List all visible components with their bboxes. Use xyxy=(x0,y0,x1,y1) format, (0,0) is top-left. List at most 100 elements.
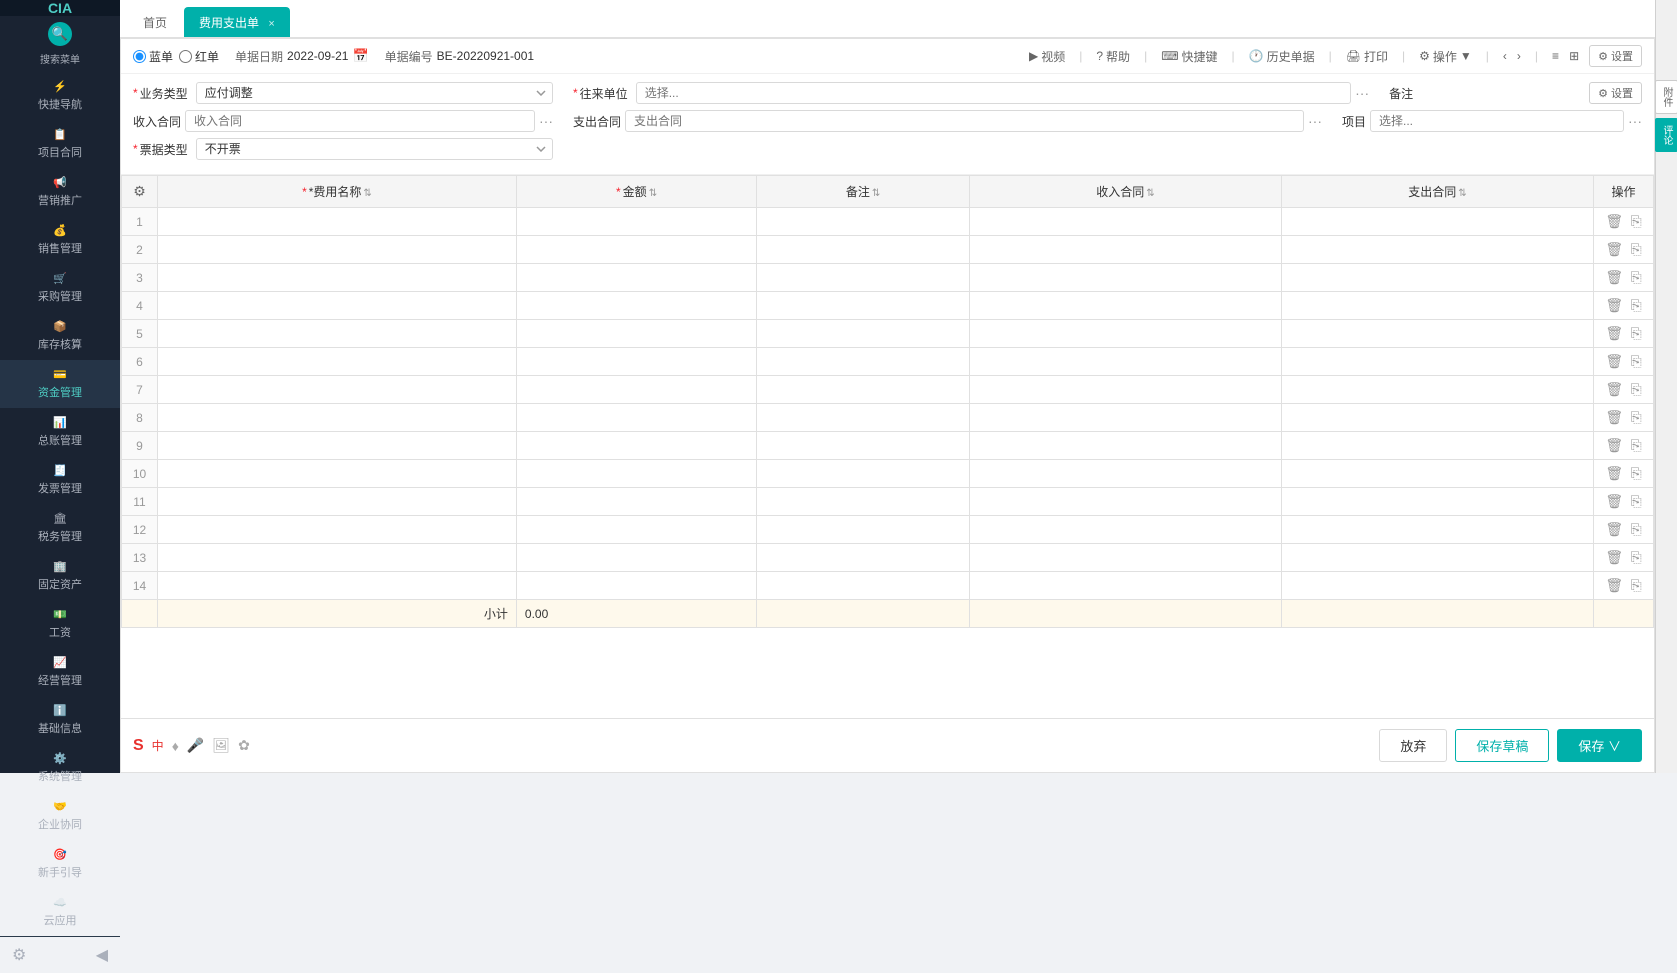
expense-contract-cell[interactable] xyxy=(1281,572,1593,600)
amount-cell[interactable] xyxy=(516,432,756,460)
copy-icon[interactable]: ⎘ xyxy=(1630,325,1641,341)
expense-contract-input[interactable] xyxy=(625,110,1304,132)
list-view-btn[interactable]: ≡ xyxy=(1552,49,1559,63)
th-amount[interactable]: *金额⇅ xyxy=(516,176,756,208)
sidebar-item-tax[interactable]: 🏛 税务管理 xyxy=(0,504,120,552)
income-contract-cell[interactable] xyxy=(969,292,1281,320)
amount-cell[interactable] xyxy=(516,292,756,320)
expense-contract-cell[interactable] xyxy=(1281,348,1593,376)
income-contract-cell[interactable] xyxy=(969,404,1281,432)
amount-cell[interactable] xyxy=(516,488,756,516)
delete-icon[interactable]: 🗑 xyxy=(1605,269,1623,285)
remarks-cell[interactable] xyxy=(757,432,970,460)
income-contract-cell[interactable] xyxy=(969,376,1281,404)
radio-blue[interactable] xyxy=(133,50,146,63)
income-contract-cell[interactable] xyxy=(969,460,1281,488)
copy-icon[interactable]: ⎘ xyxy=(1630,297,1641,313)
th-remarks[interactable]: 备注⇅ xyxy=(757,176,970,208)
delete-icon[interactable]: 🗑 xyxy=(1605,381,1623,397)
sidebar-item-new-guide[interactable]: 🎯 新手引导 xyxy=(0,840,120,888)
radio-red[interactable] xyxy=(179,50,192,63)
remarks-cell[interactable] xyxy=(757,376,970,404)
copy-icon[interactable]: ⎘ xyxy=(1630,465,1641,481)
delete-icon[interactable]: 🗑 xyxy=(1605,437,1623,453)
copy-icon[interactable]: ⎘ xyxy=(1630,409,1641,425)
right-tab-comment[interactable]: 评论 xyxy=(1655,118,1677,152)
income-contract-cell[interactable] xyxy=(969,544,1281,572)
expense-name-cell[interactable] xyxy=(158,488,517,516)
sidebar-item-search[interactable]: 🔍 搜索菜单 xyxy=(0,16,120,72)
copy-icon[interactable]: ⎘ xyxy=(1630,269,1641,285)
expense-name-cell[interactable] xyxy=(158,432,517,460)
help-btn[interactable]: ? 帮助 xyxy=(1096,48,1130,65)
expense-name-cell[interactable] xyxy=(158,348,517,376)
video-btn[interactable]: ▶ 视频 xyxy=(1029,48,1065,65)
delete-icon[interactable]: 🗑 xyxy=(1605,325,1623,341)
settings-gear-icon[interactable]: ⚙ xyxy=(12,945,26,965)
expense-name-cell[interactable] xyxy=(158,516,517,544)
sidebar-item-invoice[interactable]: 🧾 发票管理 xyxy=(0,456,120,504)
delete-icon[interactable]: 🗑 xyxy=(1605,465,1623,481)
delete-icon[interactable]: 🗑 xyxy=(1605,577,1623,593)
discard-button[interactable]: 放弃 xyxy=(1379,729,1447,762)
income-contract-cell[interactable] xyxy=(969,572,1281,600)
delete-icon[interactable]: 🗑 xyxy=(1605,521,1623,537)
sidebar-item-sales[interactable]: 💰 销售管理 xyxy=(0,216,120,264)
history-btn[interactable]: 🕐 历史单据 xyxy=(1249,48,1315,65)
amount-cell[interactable] xyxy=(516,348,756,376)
col-settings-icon[interactable]: ⚙ xyxy=(133,183,146,199)
income-contract-cell[interactable] xyxy=(969,236,1281,264)
remarks-cell[interactable] xyxy=(757,572,970,600)
copy-icon[interactable]: ⎘ xyxy=(1630,521,1641,537)
expense-contract-cell[interactable] xyxy=(1281,376,1593,404)
right-tab-attachment[interactable]: 附件 xyxy=(1655,80,1677,114)
project-dots-icon[interactable]: ··· xyxy=(1628,113,1642,129)
sidebar-item-basic-info[interactable]: ℹ️ 基础信息 xyxy=(0,696,120,744)
expense-contract-cell[interactable] xyxy=(1281,488,1593,516)
sidebar-item-operations[interactable]: 📈 经营管理 xyxy=(0,648,120,696)
search-icon-wrap[interactable]: 🔍 xyxy=(48,22,72,46)
sidebar-collapse-icon[interactable]: ◀ xyxy=(96,945,108,965)
amount-cell[interactable] xyxy=(516,544,756,572)
income-contract-cell[interactable] xyxy=(969,432,1281,460)
settings-button[interactable]: ⚙ 设置 xyxy=(1589,45,1642,67)
expense-name-cell[interactable] xyxy=(158,236,517,264)
expense-name-cell[interactable] xyxy=(158,404,517,432)
radio-red-label[interactable]: 红单 xyxy=(179,48,219,65)
remarks-cell[interactable] xyxy=(757,460,970,488)
grid-view-btn[interactable]: ⊞ xyxy=(1569,49,1579,63)
expense-name-cell[interactable] xyxy=(158,460,517,488)
expense-contract-dots-icon[interactable]: ··· xyxy=(1308,113,1322,129)
radio-blue-label[interactable]: 蓝单 xyxy=(133,48,173,65)
income-contract-input[interactable] xyxy=(185,110,535,132)
expense-contract-cell[interactable] xyxy=(1281,544,1593,572)
sidebar-item-quick-nav[interactable]: ⚡ 快捷导航 xyxy=(0,72,120,120)
amount-cell[interactable] xyxy=(516,236,756,264)
copy-icon[interactable]: ⎘ xyxy=(1630,493,1641,509)
income-contract-cell[interactable] xyxy=(969,516,1281,544)
remarks-cell[interactable] xyxy=(757,488,970,516)
delete-icon[interactable]: 🗑 xyxy=(1605,241,1623,257)
tab-close-icon[interactable]: × xyxy=(268,18,274,30)
expense-name-cell[interactable] xyxy=(158,544,517,572)
copy-icon[interactable]: ⎘ xyxy=(1630,577,1641,593)
amount-cell[interactable] xyxy=(516,516,756,544)
amount-cell[interactable] xyxy=(516,208,756,236)
expense-contract-cell[interactable] xyxy=(1281,208,1593,236)
income-contract-cell[interactable] xyxy=(969,264,1281,292)
delete-icon[interactable]: 🗑 xyxy=(1605,409,1623,425)
expense-name-cell[interactable] xyxy=(158,320,517,348)
sidebar-item-ledger[interactable]: 📊 总账管理 xyxy=(0,408,120,456)
th-settings[interactable]: ⚙ xyxy=(122,176,158,208)
tab-home[interactable]: 首页 xyxy=(128,7,182,37)
tab-expense[interactable]: 费用支出单 × xyxy=(184,7,290,37)
save-button[interactable]: 保存 ∨ xyxy=(1557,729,1642,762)
remarks-cell[interactable] xyxy=(757,516,970,544)
income-contract-dots-icon[interactable]: ··· xyxy=(539,113,553,129)
income-contract-cell[interactable] xyxy=(969,488,1281,516)
sidebar-item-cloud[interactable]: ☁️ 云应用 xyxy=(0,888,120,936)
delete-icon[interactable]: 🗑 xyxy=(1605,493,1623,509)
expense-contract-cell[interactable] xyxy=(1281,320,1593,348)
save-draft-button[interactable]: 保存草稿 xyxy=(1455,729,1549,762)
partner-input[interactable] xyxy=(636,82,1351,104)
